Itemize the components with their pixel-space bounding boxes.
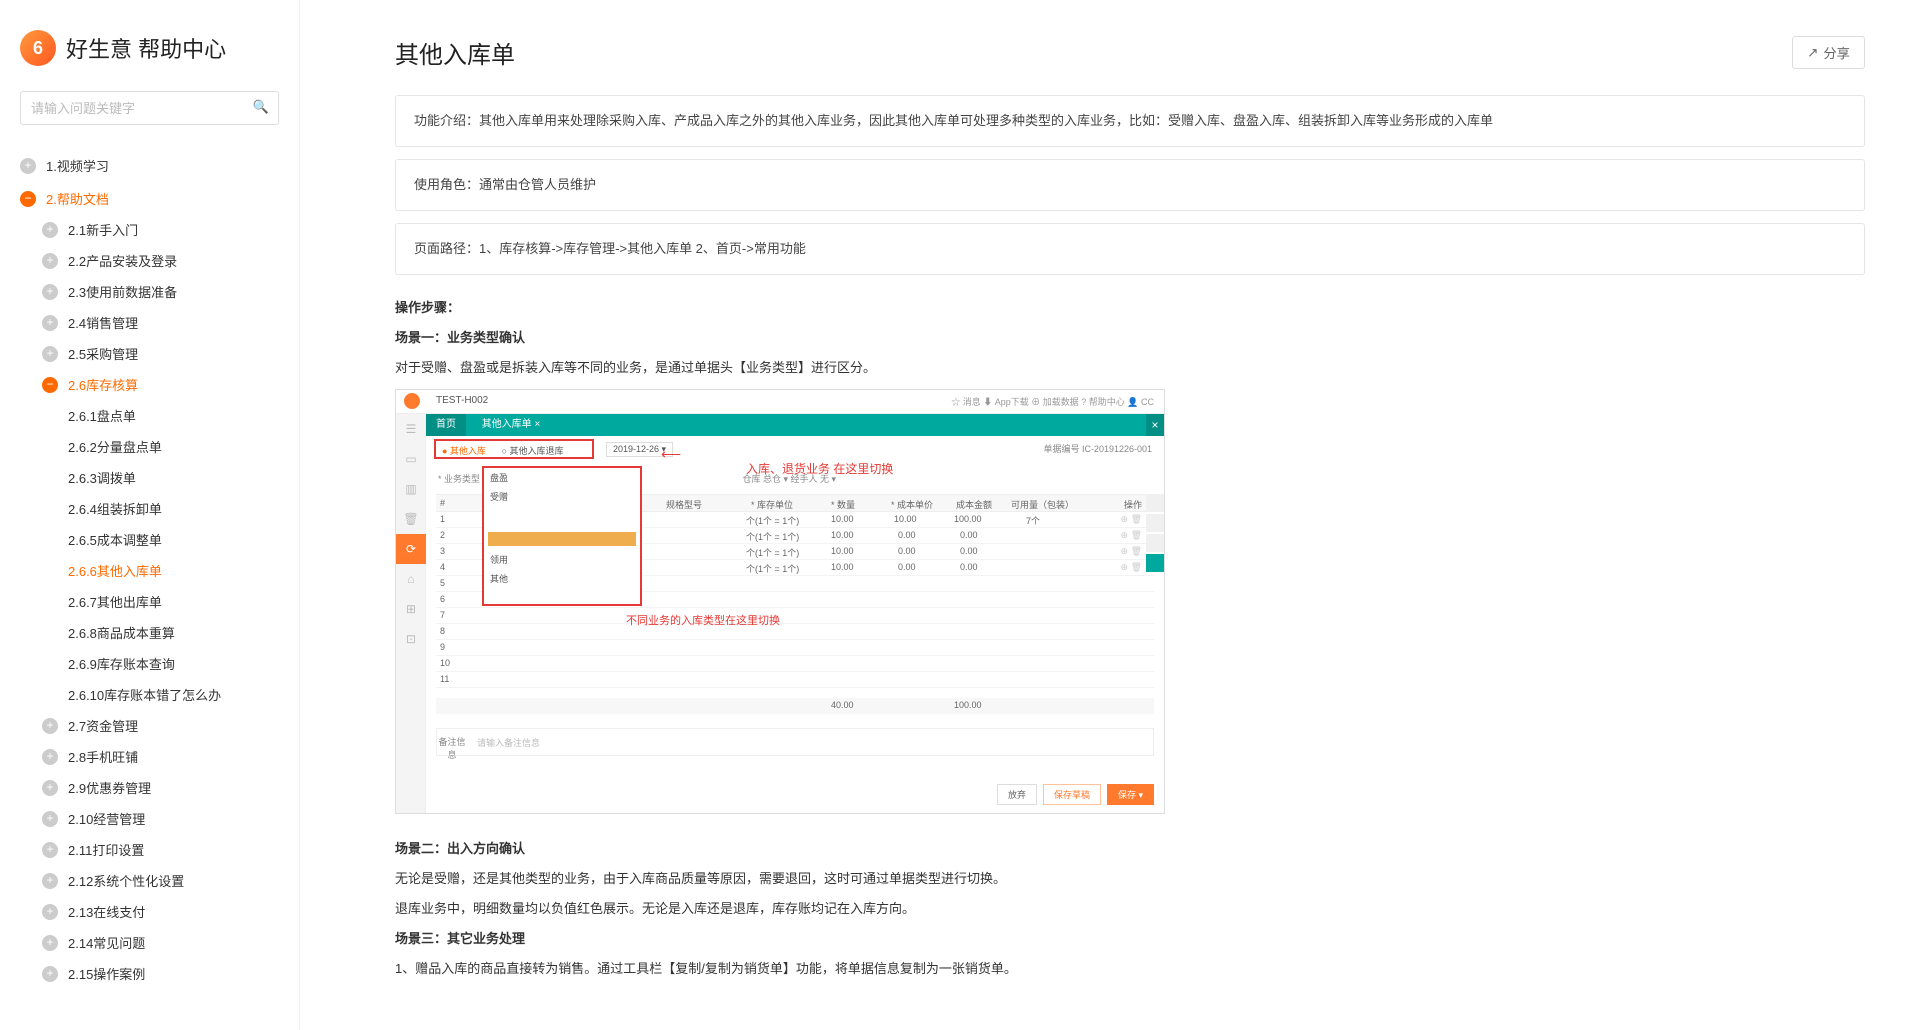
ss-dd-item: 其他 bbox=[484, 569, 640, 588]
nav-l2-14[interactable]: +2.14常见问题 bbox=[42, 927, 279, 958]
scene2-p2: 退库业务中，明细数量均以负值红色展示。无论是入库还是退库，库存账均记在入库方向。 bbox=[395, 896, 1865, 922]
nav-l2-6-6[interactable]: 2.6.6其他入库单 bbox=[62, 555, 279, 586]
nav-l2-6-7[interactable]: 2.6.7其他出库单 bbox=[62, 586, 279, 617]
nav-l2[interactable]: −2.帮助文档 +2.1新手入门 +2.2产品安装及登录 +2.3使用前数据准备… bbox=[20, 183, 279, 989]
nav-l2-3[interactable]: +2.3使用前数据准备 bbox=[42, 276, 279, 307]
ss-arrow-icon: ⟵ bbox=[661, 446, 681, 463]
ss-total-row: 40.00 100.00 bbox=[436, 698, 1154, 714]
ss-annotation-2: 不同业务的入库类型在这里切换 bbox=[626, 612, 780, 628]
ss-biztype-label: * 业务类型 bbox=[438, 474, 480, 484]
ss-redbox-dropdown: 盘盈 受赠 领用 其他 bbox=[482, 466, 642, 606]
nav-l2-15[interactable]: +2.15操作案例 bbox=[42, 958, 279, 989]
nav-l1[interactable]: +1.视频学习 bbox=[20, 150, 279, 181]
nav-l2-4[interactable]: +2.4销售管理 bbox=[42, 307, 279, 338]
nav-l2-9[interactable]: +2.9优惠券管理 bbox=[42, 772, 279, 803]
ss-tenant: TEST-H002 bbox=[436, 395, 488, 406]
main-content: 其他入库单 ↗ 分享 功能介绍：其他入库单用来处理除采购入库、产成品入库之外的其… bbox=[300, 0, 1920, 1030]
ss-side-icon: ☰ bbox=[396, 414, 426, 444]
nav-l2-6-2[interactable]: 2.6.2分量盘点单 bbox=[62, 431, 279, 462]
nav-l2-10[interactable]: +2.10经营管理 bbox=[42, 803, 279, 834]
nav-l2-6-3[interactable]: 2.6.3调拨单 bbox=[62, 462, 279, 493]
nav-l2-11[interactable]: +2.11打印设置 bbox=[42, 834, 279, 865]
nav-l2-6-8[interactable]: 2.6.8商品成本重算 bbox=[62, 617, 279, 648]
nav-l2-2[interactable]: +2.2产品安装及登录 bbox=[42, 245, 279, 276]
ss-dd-item: 受赠 bbox=[484, 487, 640, 506]
brand-title: 好生意 帮助中心 bbox=[66, 32, 226, 64]
nav-l2-1[interactable]: +2.1新手入门 bbox=[42, 214, 279, 245]
intro-card: 功能介绍：其他入库单用来处理除采购入库、产成品入库之外的其他入库业务，因此其他入… bbox=[395, 95, 1865, 147]
ss-row2-right: 仓库 总仓 ▾ 经手人 无 ▾ bbox=[743, 474, 837, 484]
scene2-title: 场景二：出入方向确认 bbox=[395, 841, 525, 856]
ss-dd-item: 盘盈 bbox=[484, 468, 640, 487]
ss-logo-icon bbox=[404, 393, 420, 409]
ss-buttons: 放弃 保存草稿 保存 ▾ bbox=[997, 784, 1154, 805]
ss-side-icon: ▭ bbox=[396, 444, 426, 474]
scene3-title: 场景三：其它业务处理 bbox=[395, 931, 525, 946]
nav-l2-6-1[interactable]: 2.6.1盘点单 bbox=[62, 400, 279, 431]
nav-l2-12[interactable]: +2.12系统个性化设置 bbox=[42, 865, 279, 896]
ss-tab-home: 首页 bbox=[426, 414, 466, 436]
share-label: 分享 bbox=[1823, 43, 1850, 62]
search-icon[interactable]: 🔍 bbox=[253, 99, 269, 115]
nav-l2-8[interactable]: +2.8手机旺铺 bbox=[42, 741, 279, 772]
nav-l2-6-4[interactable]: 2.6.4组装拆卸单 bbox=[62, 493, 279, 524]
role-card: 使用角色：通常由仓管人员维护 bbox=[395, 159, 1865, 211]
nav-l2-6-5[interactable]: 2.6.5成本调整单 bbox=[62, 524, 279, 555]
ss-side-icon-active: ⟳ bbox=[396, 534, 426, 564]
share-button[interactable]: ↗ 分享 bbox=[1792, 36, 1865, 69]
brand-row: 6 好生意 帮助中心 bbox=[20, 30, 279, 66]
ss-sidebar: ☰ ▭ ▥ 🗑 ⟳ ⌂ ⊞ ⊡ bbox=[396, 414, 426, 813]
scene2-p1: 无论是受赠，还是其他类型的业务，由于入库商品质量等原因，需要退回，这时可通过单据… bbox=[395, 866, 1865, 892]
ss-tab-current: 其他入库单 × bbox=[466, 414, 556, 436]
ss-dd-item: 领用 bbox=[484, 550, 640, 569]
ss-side-icon: ▥ bbox=[396, 474, 426, 504]
share-icon: ↗ bbox=[1807, 45, 1818, 61]
nav-l2-13[interactable]: +2.13在线支付 bbox=[42, 896, 279, 927]
ss-redbox-type: ● 其他入库 ○ 其他入库退库 bbox=[434, 439, 594, 459]
ss-serial: 单据编号 IC-20191226-001 bbox=[1043, 442, 1152, 455]
sidebar: 6 好生意 帮助中心 🔍 +1.视频学习 −2.帮助文档 +2.1新手入门 +2… bbox=[0, 0, 300, 1030]
nav-l2-5[interactable]: +2.5采购管理 bbox=[42, 338, 279, 369]
ss-topright: ☆ 消息 ⬇ App下载 ⊕ 加载数据 ? 帮助中心 👤 CC bbox=[951, 395, 1154, 408]
scene3-p1: 1、赠品入库的商品直接转为销售。通过工具栏【复制/复制为销货单】功能，将单据信息… bbox=[395, 956, 1865, 982]
search-input[interactable] bbox=[20, 91, 279, 125]
nav-l2-7[interactable]: +2.7资金管理 bbox=[42, 710, 279, 741]
nav-l2-6-9[interactable]: 2.6.9库存账本查询 bbox=[62, 648, 279, 679]
nav-tree: +1.视频学习 −2.帮助文档 +2.1新手入门 +2.2产品安装及登录 +2.… bbox=[20, 150, 279, 989]
ss-close-icon: × bbox=[1146, 414, 1164, 436]
ss-side-icon: 🗑 bbox=[396, 504, 426, 534]
ss-btn-discard: 放弃 bbox=[997, 784, 1037, 805]
embedded-screenshot: TEST-H002 ☆ 消息 ⬇ App下载 ⊕ 加载数据 ? 帮助中心 👤 C… bbox=[395, 389, 1165, 814]
scene2: 场景二：出入方向确认 无论是受赠，还是其他类型的业务，由于入库商品质量等原因，需… bbox=[395, 836, 1865, 982]
ss-opt-in: ● 其他入库 bbox=[442, 444, 486, 457]
ss-side-icon: ⌂ bbox=[396, 564, 426, 594]
scene1-title: 场景一：业务类型确认 bbox=[395, 330, 525, 345]
logo-icon: 6 bbox=[20, 30, 56, 66]
content-body: 操作步骤： 场景一：业务类型确认 对于受赠、盘盈或是拆装入库等不同的业务，是通过… bbox=[395, 295, 1865, 381]
ss-dd-selected bbox=[488, 532, 636, 546]
nav-l2-6[interactable]: −2.6库存核算 2.6.1盘点单 2.6.2分量盘点单 2.6.3调拨单 2.… bbox=[42, 369, 279, 710]
scene1-p1: 对于受赠、盘盈或是拆装入库等不同的业务，是通过单据头【业务类型】进行区分。 bbox=[395, 355, 1865, 381]
ss-remark: 备注信息 请输入备注信息 bbox=[436, 728, 1154, 756]
ss-side-icon: ⊞ bbox=[396, 594, 426, 624]
ops-label: 操作步骤： bbox=[395, 300, 460, 315]
ss-opt-out: ○ 其他入库退库 bbox=[502, 444, 564, 457]
ss-btn-draft: 保存草稿 bbox=[1043, 784, 1101, 805]
ss-btn-save: 保存 ▾ bbox=[1107, 784, 1154, 805]
page-title: 其他入库单 bbox=[395, 35, 515, 70]
nav-l2-6-10[interactable]: 2.6.10库存账本错了怎么办 bbox=[62, 679, 279, 710]
search-box: 🔍 bbox=[20, 91, 279, 125]
ss-side-icon: ⊡ bbox=[396, 624, 426, 654]
ss-right-icons bbox=[1146, 494, 1164, 674]
path-card: 页面路径：1、库存核算->库存管理->其他入库单 2、首页->常用功能 bbox=[395, 223, 1865, 275]
